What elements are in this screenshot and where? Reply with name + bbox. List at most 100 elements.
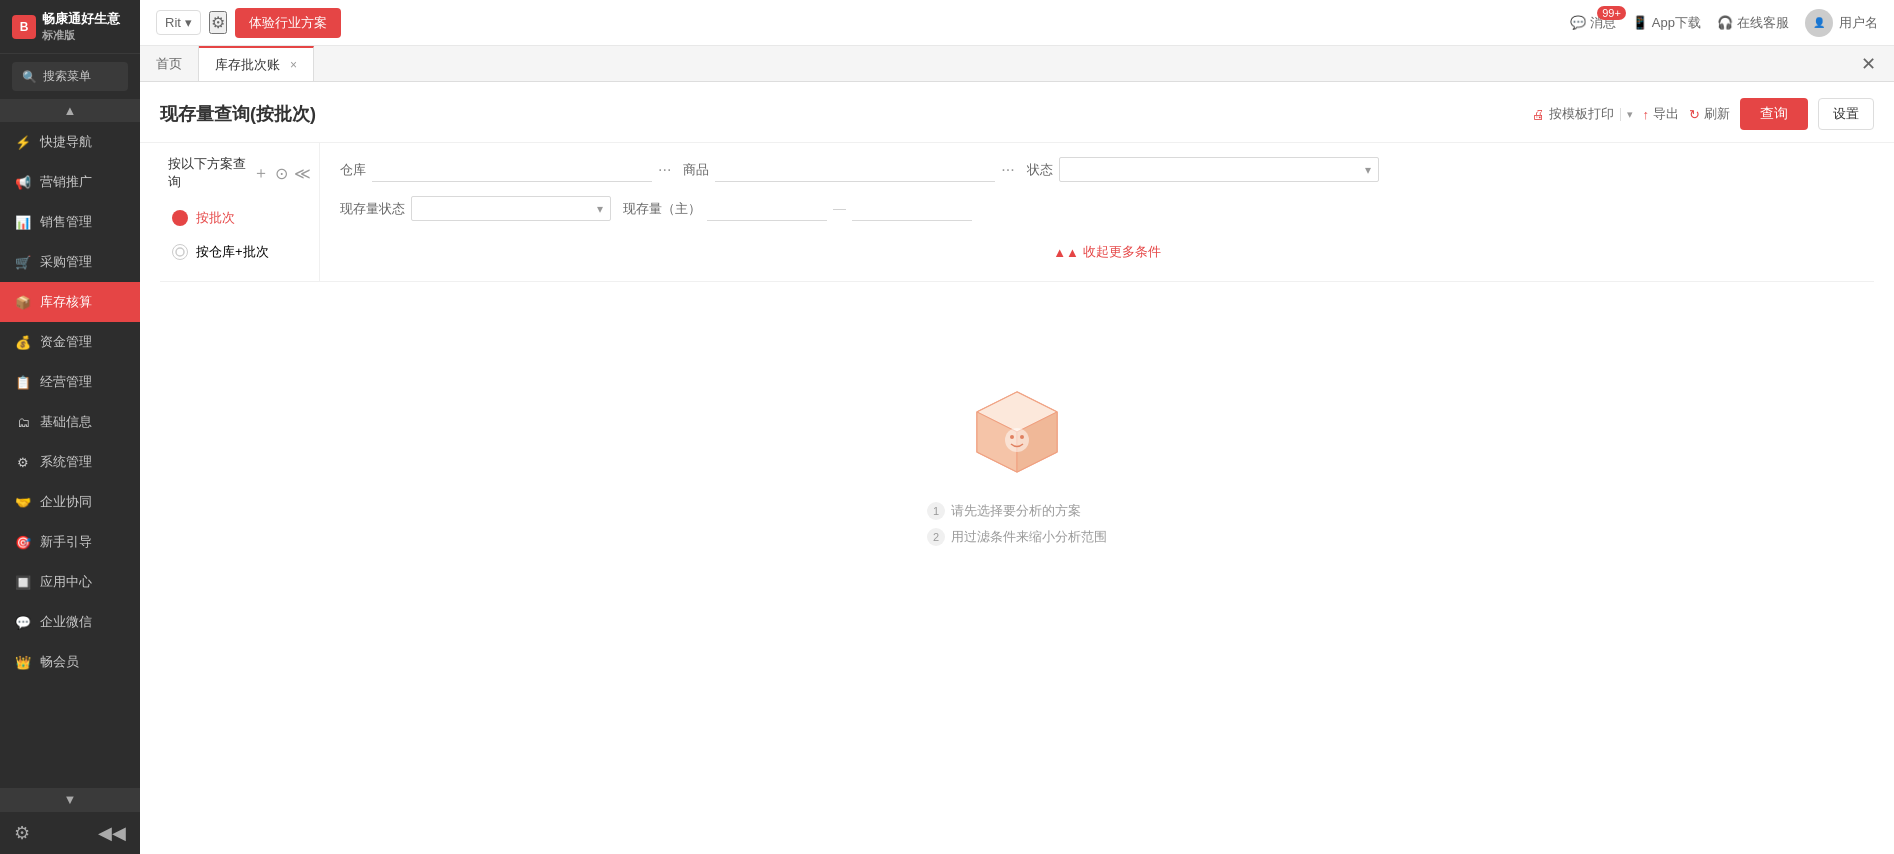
tab-close-area: ✕ [1851,49,1894,79]
sidebar-item-label: 库存核算 [40,293,92,311]
sidebar-item-label: 销售管理 [40,213,92,231]
refresh-button[interactable]: ↻ 刷新 [1689,105,1730,123]
quantity-dash: — [833,201,846,216]
topbar-settings-button[interactable]: ⚙ [209,11,227,34]
avatar-placeholder: 👤 [1813,17,1825,28]
sidebar-item-apps[interactable]: 🔲 应用中心 [0,562,140,602]
sidebar-item-wechat[interactable]: 💬 企业微信 [0,602,140,642]
sidebar-item-inventory[interactable]: 📦 库存核算 [0,282,140,322]
tab-inventory-batch[interactable]: 库存批次账 × [199,46,314,81]
inventory-icon: 📦 [14,293,32,311]
base-icon: 🗂 [14,413,32,431]
scheme-collapse-button[interactable]: ≪ [294,163,311,184]
sidebar-item-marketing[interactable]: 📢 营销推广 [0,162,140,202]
marketing-icon: 📢 [14,173,32,191]
quantity-max-input[interactable] [852,197,972,221]
headset-icon: 🎧 [1717,15,1733,30]
collapse-sidebar-button[interactable]: ◀◀ [98,822,126,844]
app-download-button[interactable]: 📱 App下载 [1632,14,1701,32]
export-button[interactable]: ↑ 导出 [1643,105,1680,123]
main-close-button[interactable]: ✕ [1851,49,1886,79]
print-dropdown-arrow[interactable]: ▾ [1620,108,1633,121]
settings-footer-button[interactable]: ⚙ [14,822,30,844]
brand-name: 畅康通好生意 [42,10,120,28]
sidebar-item-member[interactable]: 👑 畅会员 [0,642,140,682]
product-more-button[interactable]: ··· [1001,161,1014,179]
brand-version: 标准版 [42,28,120,43]
query-button[interactable]: 查询 [1740,98,1808,130]
sidebar-item-system[interactable]: ⚙ 系统管理 [0,442,140,482]
sidebar-item-label: 系统管理 [40,453,92,471]
product-label: 商品 [683,161,709,179]
sidebar-item-finance[interactable]: 💰 资金管理 [0,322,140,362]
topbar-dropdown-label: Rit [165,15,181,30]
user-name: 用户名 [1839,14,1878,32]
sidebar-item-sales[interactable]: 📊 销售管理 [0,202,140,242]
online-service-button[interactable]: 🎧 在线客服 [1717,14,1789,32]
svg-point-7 [1010,435,1014,439]
sidebar-item-purchase[interactable]: 🛒 采购管理 [0,242,140,282]
print-button[interactable]: 🖨 按模板打印 ▾ [1532,105,1633,123]
scheme-settings-button[interactable]: ⊙ [275,163,288,184]
filter-row-2: 现存量状态 ▾ 现存量（主） — [340,196,1874,221]
sidebar-item-corp[interactable]: 🤝 企业协同 [0,482,140,522]
sidebar-item-label: 企业微信 [40,613,92,631]
filter-panel: 按以下方案查询 ＋ ⊙ ≪ 按批次 [140,143,1894,281]
sidebar-header: B 畅康通好生意 标准版 [0,0,140,54]
sidebar-scroll-up[interactable]: ▲ [0,99,140,122]
message-badge: 99+ [1597,6,1626,20]
sidebar-footer: ⚙ ◀◀ [0,811,140,854]
warehouse-more-button[interactable]: ··· [658,161,671,179]
product-input[interactable] [715,158,995,182]
warehouse-input[interactable] [372,158,652,182]
collapse-label: 收起更多条件 [1083,243,1161,261]
scheme-panel-title: 按以下方案查询 [168,155,253,191]
empty-tip-1: 1 请先选择要分析的方案 [927,502,1107,520]
brand: B 畅康通好生意 标准版 [12,10,128,43]
tip-num-1: 1 [927,502,945,520]
scheme-item-by-warehouse-batch[interactable]: 按仓库+批次 [160,235,319,269]
page-actions: 🖨 按模板打印 ▾ ↑ 导出 ↻ 刷新 查询 设置 [1532,98,1875,130]
tab-home[interactable]: 首页 [140,46,199,81]
empty-tip-1-text: 请先选择要分析的方案 [951,502,1081,520]
tab-inventory-batch-label: 库存批次账 [215,56,280,74]
tab-home-label: 首页 [156,55,182,73]
quick-nav-icon: ⚡ [14,133,32,151]
apps-icon: 🔲 [14,573,32,591]
sidebar-item-guide[interactable]: 🎯 新手引导 [0,522,140,562]
stock-status-select[interactable] [411,196,611,221]
sidebar-item-base[interactable]: 🗂 基础信息 [0,402,140,442]
message-button[interactable]: 💬 消息 99+ [1570,14,1616,32]
tab-bar: 首页 库存批次账 × ✕ [140,46,1894,82]
sales-icon: 📊 [14,213,32,231]
chevron-up-icon: ▲▲ [1053,245,1079,260]
sidebar-item-label: 资金管理 [40,333,92,351]
online-label: 在线客服 [1737,14,1789,32]
quantity-min-input[interactable] [707,197,827,221]
search-menu-button[interactable]: 🔍 搜索菜单 [12,62,128,91]
user-info-area[interactable]: 👤 用户名 [1805,9,1878,37]
scheme-add-button[interactable]: ＋ [253,163,269,184]
experience-button[interactable]: 体验行业方案 [235,8,341,38]
sidebar-item-label: 快捷导航 [40,133,92,151]
scheme-dot-inactive [172,244,188,260]
tab-close-button[interactable]: × [290,58,297,72]
sidebar-item-operation[interactable]: 📋 经营管理 [0,362,140,402]
scheme-item-by-batch[interactable]: 按批次 [160,201,319,235]
quantity-label: 现存量（主） [623,200,701,218]
topbar-dropdown[interactable]: Rit ▾ [156,10,201,35]
stock-status-label: 现存量状态 [340,200,405,218]
sidebar-search-area: 🔍 搜索菜单 [0,54,140,99]
chevron-down-icon: ▾ [185,15,192,30]
app-label: App下载 [1652,14,1701,32]
sidebar-nav: ⚡ 快捷导航 📢 营销推广 📊 销售管理 🛒 采购管理 📦 库存核算 💰 [0,122,140,788]
status-select[interactable] [1059,157,1379,182]
sidebar-item-label: 采购管理 [40,253,92,271]
page-header: 现存量查询(按批次) 🖨 按模板打印 ▾ ↑ 导出 ↻ 刷新 [140,82,1894,143]
collapse-filter-button[interactable]: ▲▲ 收起更多条件 [340,235,1874,269]
page-settings-button[interactable]: 设置 [1818,98,1874,130]
refresh-icon: ↻ [1689,107,1700,122]
sidebar-scroll-down[interactable]: ▼ [0,788,140,811]
sidebar-item-quick-nav[interactable]: ⚡ 快捷导航 [0,122,140,162]
empty-tips: 1 请先选择要分析的方案 2 用过滤条件来缩小分析范围 [927,502,1107,554]
